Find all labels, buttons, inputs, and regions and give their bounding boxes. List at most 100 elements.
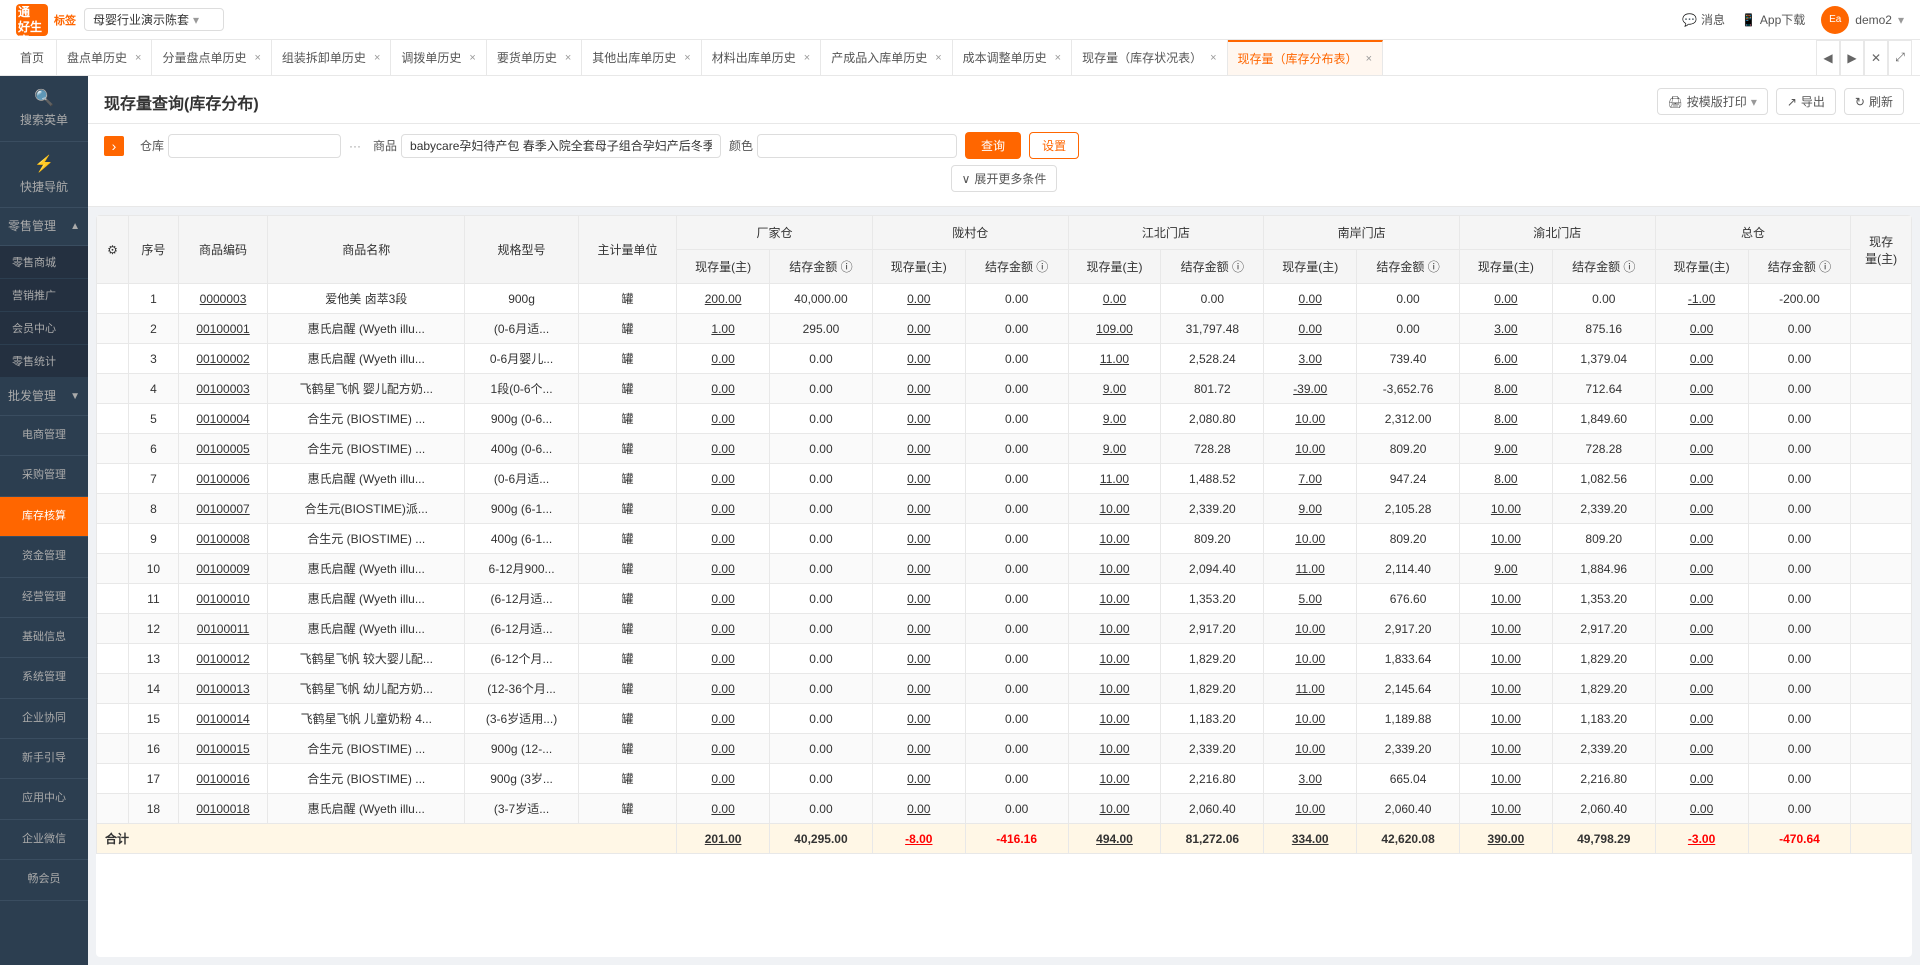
refresh-icon: ↻ xyxy=(1855,95,1865,109)
close-icon[interactable]: × xyxy=(684,52,690,64)
close-icon[interactable]: × xyxy=(1055,52,1061,64)
tab-transfer[interactable]: 调拨单历史 × xyxy=(391,40,486,76)
tab-sub-inventory[interactable]: 分量盘点单历史 × xyxy=(152,40,271,76)
sidebar-item-retail[interactable]: 零售管理 ▲ xyxy=(0,208,88,246)
table-row: 14 00100013 飞鹤星飞帆 幼儿配方奶... (12-36个月... 罐… xyxy=(97,674,1912,704)
code-link[interactable]: 0000003 xyxy=(178,284,267,314)
tab-finished-in[interactable]: 产成品入库单历史 × xyxy=(821,40,952,76)
close-icon[interactable]: × xyxy=(254,52,260,64)
setting-button[interactable]: 设置 xyxy=(1029,132,1079,159)
tab-inventory-count[interactable]: 盘点单历史 × xyxy=(57,40,152,76)
app-download-button[interactable]: 📱 App下载 xyxy=(1741,11,1805,28)
code-link[interactable]: 00100004 xyxy=(178,404,267,434)
footer-total-stock[interactable]: -3.00 xyxy=(1655,824,1748,854)
sidebar-item-ops[interactable]: 经营管理 xyxy=(0,578,88,618)
chevron-down-icon: ▾ xyxy=(193,13,199,27)
tab-close-all-button[interactable]: ✕ xyxy=(1864,40,1888,76)
code-link[interactable]: 00100007 xyxy=(178,494,267,524)
sidebar-item-guide[interactable]: 新手引导 xyxy=(0,739,88,779)
sidebar-item-apps[interactable]: 应用中心 xyxy=(0,779,88,819)
expand-icon: ∨ xyxy=(962,172,971,186)
sidebar-item-system[interactable]: 系统管理 xyxy=(0,658,88,698)
tab-cost-adjust[interactable]: 成本调整单历史 × xyxy=(953,40,1072,76)
code-link[interactable]: 00100009 xyxy=(178,554,267,584)
sidebar-item-quicknav[interactable]: ⚡ 快捷导航 xyxy=(0,142,88,208)
export-button[interactable]: ↗ 导出 xyxy=(1776,88,1836,115)
refresh-button[interactable]: ↻ 刷新 xyxy=(1844,88,1904,115)
close-icon[interactable]: × xyxy=(469,52,475,64)
tab-other-out[interactable]: 其他出库单历史 × xyxy=(582,40,701,76)
sidebar-item-wholesale[interactable]: 批发管理 ▼ xyxy=(0,378,88,416)
footer-yb-stock[interactable]: 390.00 xyxy=(1459,824,1552,854)
sidebar-item-retail-stats[interactable]: 零售统计 xyxy=(0,345,88,378)
sidebar-item-purchase[interactable]: 采购管理 xyxy=(0,456,88,496)
close-icon[interactable]: × xyxy=(374,52,380,64)
footer-ng-stock[interactable]: 334.00 xyxy=(1264,824,1357,854)
code-link[interactable]: 00100013 xyxy=(178,674,267,704)
code-link[interactable]: 00100008 xyxy=(178,524,267,554)
close-icon[interactable]: × xyxy=(565,52,571,64)
industry-select[interactable]: 母婴行业演示陈套 ▾ xyxy=(84,8,224,31)
code-link[interactable]: 00100014 xyxy=(178,704,267,734)
sidebar-item-member[interactable]: 会员中心 xyxy=(0,312,88,345)
query-button[interactable]: 查询 xyxy=(965,132,1021,159)
logo-area: 畅捷通好生意 标签 xyxy=(16,4,76,36)
sidebar-retail-group: 零售商城 营销推广 会员中心 零售统计 xyxy=(0,246,88,378)
code-link[interactable]: 00100011 xyxy=(178,614,267,644)
page-title: 现存量查询(库存分布) xyxy=(104,90,259,114)
code-link[interactable]: 00100002 xyxy=(178,344,267,374)
sidebar-item-vip[interactable]: 畅会员 xyxy=(0,860,88,900)
footer-ridge-stock[interactable]: -8.00 xyxy=(872,824,965,854)
user-area[interactable]: Ea demo2 ▾ xyxy=(1821,6,1904,34)
sidebar-item-finance[interactable]: 资金管理 xyxy=(0,537,88,577)
code-link[interactable]: 00100010 xyxy=(178,584,267,614)
sidebar-item-wechat[interactable]: 企业微信 xyxy=(0,820,88,860)
sidebar-item-enterprise[interactable]: 企业协同 xyxy=(0,699,88,739)
msg-icon: 💬 xyxy=(1682,13,1697,27)
msg-button[interactable]: 💬 消息 xyxy=(1682,11,1725,28)
color-input[interactable] xyxy=(757,134,957,158)
code-link[interactable]: 00100001 xyxy=(178,314,267,344)
close-icon[interactable]: × xyxy=(1366,53,1372,65)
tab-next-button[interactable]: ▶ xyxy=(1840,40,1864,76)
sidebar-item-search[interactable]: 🔍 搜索英单 xyxy=(0,76,88,142)
chevron-up-icon: ▲ xyxy=(70,220,80,234)
code-link[interactable]: 00100003 xyxy=(178,374,267,404)
goods-input[interactable] xyxy=(401,134,721,158)
code-link[interactable]: 00100015 xyxy=(178,734,267,764)
code-link[interactable]: 00100012 xyxy=(178,644,267,674)
sidebar-item-ecom[interactable]: 电商管理 xyxy=(0,416,88,456)
code-link[interactable]: 00100006 xyxy=(178,464,267,494)
collapse-button[interactable]: › xyxy=(104,136,124,156)
close-icon[interactable]: × xyxy=(1210,52,1216,64)
tab-home[interactable]: 首页 xyxy=(8,40,57,76)
sidebar-item-retail-mall[interactable]: 零售商城 xyxy=(0,246,88,279)
th-settings[interactable]: ⚙ xyxy=(97,216,129,284)
tab-expand-button[interactable]: ⤢ xyxy=(1888,40,1912,76)
search-icon: 🔍 xyxy=(4,88,84,110)
table-row: 15 00100014 飞鹤星飞帆 儿童奶粉 4... (3-6岁适用...) … xyxy=(97,704,1912,734)
sidebar-item-inventory[interactable]: 库存核算 xyxy=(0,497,88,537)
close-icon[interactable]: × xyxy=(935,52,941,64)
tab-prev-button[interactable]: ◀ xyxy=(1816,40,1840,76)
code-link[interactable]: 00100018 xyxy=(178,794,267,824)
th-code: 商品编码 xyxy=(178,216,267,284)
close-icon[interactable]: × xyxy=(804,52,810,64)
tab-stock-status[interactable]: 现存量（库存状况表） × xyxy=(1072,40,1227,76)
warehouse-input[interactable] xyxy=(168,134,341,158)
tab-material-out[interactable]: 材料出库单历史 × xyxy=(702,40,821,76)
tab-requisition[interactable]: 要货单历史 × xyxy=(487,40,582,76)
expand-button[interactable]: ∨ 展开更多条件 xyxy=(951,165,1058,192)
sidebar-item-basic[interactable]: 基础信息 xyxy=(0,618,88,658)
tab-stock-dist[interactable]: 现存量（库存分布表） × xyxy=(1228,40,1383,76)
sidebar-item-marketing[interactable]: 营销推广 xyxy=(0,279,88,312)
code-link[interactable]: 00100005 xyxy=(178,434,267,464)
table-row: 10 00100009 惠氏启醒 (Wyeth illu... 6-12月900… xyxy=(97,554,1912,584)
print-button[interactable]: 🖨 按模版打印 ▾ xyxy=(1657,88,1768,115)
close-icon[interactable]: × xyxy=(135,52,141,64)
footer-fac-stock[interactable]: 201.00 xyxy=(677,824,770,854)
filter-row-1: › 仓库 ··· 商品 颜色 查询 设置 xyxy=(104,132,1904,159)
code-link[interactable]: 00100016 xyxy=(178,764,267,794)
tab-combo[interactable]: 组装拆卸单历史 × xyxy=(272,40,391,76)
footer-jb-stock[interactable]: 494.00 xyxy=(1068,824,1161,854)
